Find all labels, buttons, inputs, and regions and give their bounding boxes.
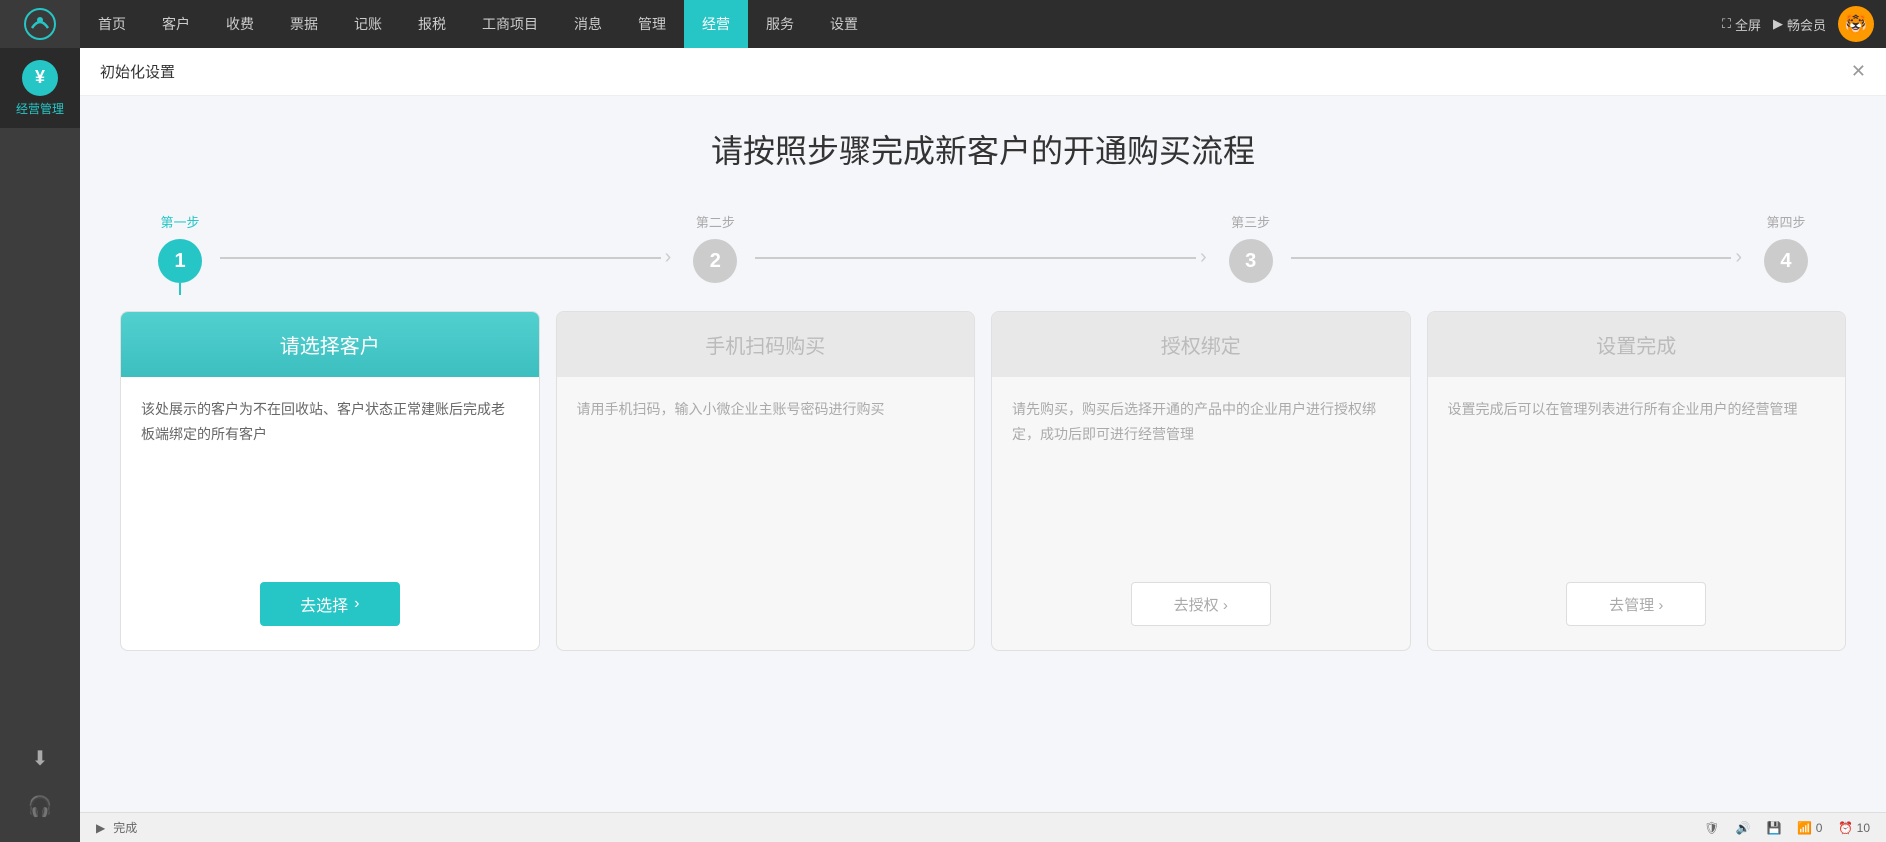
step4-card-header: 设置完成 bbox=[1428, 312, 1846, 377]
fullscreen-icon: ⛶ bbox=[1722, 16, 1731, 32]
step1-down-line bbox=[179, 283, 181, 295]
step2-card-desc: 请用手机扫码，输入小微企业主账号密码进行购买 bbox=[557, 377, 975, 650]
status-bar: ▶ 完成 🛡 🔊 💾 📶 0 ⏰ 10 bbox=[80, 812, 1886, 842]
status-text: 完成 bbox=[113, 819, 137, 836]
nav-customer[interactable]: 客户 bbox=[144, 0, 208, 48]
step4-label: 第四步 bbox=[1766, 212, 1805, 231]
nav-industry[interactable]: 工商项目 bbox=[464, 0, 556, 48]
app-logo[interactable] bbox=[0, 0, 80, 48]
fullscreen-button[interactable]: ⛶ 全屏 bbox=[1722, 15, 1761, 34]
nav-operation[interactable]: 经营 bbox=[684, 0, 748, 48]
sidebar-bottom: ⬇ 🎧 bbox=[0, 738, 80, 842]
page-title: 请按照步骤完成新客户的开通购买流程 bbox=[120, 126, 1846, 172]
step3-label: 第三步 bbox=[1231, 212, 1270, 231]
nav-fee[interactable]: 收费 bbox=[208, 0, 272, 48]
headset-icon[interactable]: 🎧 bbox=[20, 786, 60, 826]
step4-card-btn-area: 去管理 › bbox=[1428, 582, 1846, 650]
status-bar-right: 🛡 🔊 💾 📶 0 ⏰ 10 bbox=[1704, 821, 1870, 835]
nav-right-area: ⛶ 全屏 ▶ 畅会员 🐯 bbox=[1722, 6, 1886, 42]
go-authorize-button[interactable]: 去授权 › bbox=[1131, 582, 1271, 626]
fullscreen-label: 全屏 bbox=[1735, 15, 1761, 34]
step2-card-title: 手机扫码购买 bbox=[705, 336, 825, 358]
step2-card: 手机扫码购买 请用手机扫码，输入小微企业主账号密码进行购买 bbox=[556, 311, 976, 651]
nav-settings[interactable]: 设置 bbox=[812, 0, 876, 48]
content-title: 初始化设置 bbox=[100, 61, 175, 82]
sidebar-item-label: 经营管理 bbox=[16, 100, 64, 117]
step3-card-desc: 请先购买，购买后选择开通的产品中的企业用户进行授权绑定，成功后即可进行经营管理 bbox=[992, 377, 1410, 582]
download-icon[interactable]: ⬇ bbox=[20, 738, 60, 778]
sidebar-item-operation[interactable]: ¥ 经营管理 bbox=[0, 48, 80, 128]
step4-card-title: 设置完成 bbox=[1596, 336, 1676, 358]
nav-items: 首页 客户 收费 票据 记账 报税 工商项目 消息 管理 经营 服务 设置 bbox=[80, 0, 1722, 48]
step1-card-title: 请选择客户 bbox=[280, 336, 380, 358]
member-button[interactable]: ▶ 畅会员 bbox=[1773, 15, 1826, 34]
step4-circle: 4 bbox=[1764, 239, 1808, 283]
step1-circle: 1 bbox=[158, 239, 202, 283]
top-navigation: 首页 客户 收费 票据 记账 报税 工商项目 消息 管理 经营 服务 设置 ⛶ … bbox=[0, 0, 1886, 48]
step2-circle: 2 bbox=[693, 239, 737, 283]
step3-card-header: 授权绑定 bbox=[992, 312, 1410, 377]
content-area: 初始化设置 ✕ 请按照步骤完成新客户的开通购买流程 第一步 1 › bbox=[80, 48, 1886, 842]
operation-icon: ¥ bbox=[22, 60, 58, 96]
go-manage-button[interactable]: 去管理 › bbox=[1566, 582, 1706, 626]
shield-icon: 🛡 bbox=[1704, 821, 1719, 835]
content-header: 初始化设置 ✕ bbox=[80, 48, 1886, 96]
step3-card-btn-area: 去授权 › bbox=[992, 582, 1410, 650]
nav-tax[interactable]: 报税 bbox=[400, 0, 464, 48]
nav-ticket[interactable]: 票据 bbox=[272, 0, 336, 48]
step4-card-desc: 设置完成后可以在管理列表进行所有企业用户的经营管理 bbox=[1428, 377, 1846, 582]
step1-label: 第一步 bbox=[160, 212, 199, 231]
member-label: 畅会员 bbox=[1787, 15, 1826, 34]
arrow-right-icon: › bbox=[354, 595, 359, 613]
step1-card-desc: 该处展示的客户为不在回收站、客户状态正常建账后完成老板端绑定的所有客户 bbox=[121, 377, 539, 582]
step4-card: 设置完成 设置完成后可以在管理列表进行所有企业用户的经营管理 去管理 › bbox=[1427, 311, 1847, 651]
sidebar: ¥ 经营管理 ⬇ 🎧 bbox=[0, 48, 80, 842]
step1-card: 请选择客户 该处展示的客户为不在回收站、客户状态正常建账后完成老板端绑定的所有客… bbox=[120, 311, 540, 651]
user-avatar[interactable]: 🐯 bbox=[1838, 6, 1874, 42]
nav-management[interactable]: 管理 bbox=[620, 0, 684, 48]
cards-container: 请选择客户 该处展示的客户为不在回收站、客户状态正常建账后完成老板端绑定的所有客… bbox=[120, 311, 1846, 651]
step1-card-btn-area: 去选择 › bbox=[121, 582, 539, 650]
play-status-icon: ▶ bbox=[96, 821, 105, 835]
nav-service[interactable]: 服务 bbox=[748, 0, 812, 48]
nav-home[interactable]: 首页 bbox=[80, 0, 144, 48]
main-layout: ¥ 经营管理 ⬇ 🎧 初始化设置 ✕ 请按照步骤完成新客户的开通购买流程 第一步… bbox=[0, 48, 1886, 842]
step3-circle: 3 bbox=[1229, 239, 1273, 283]
step3-card-title: 授权绑定 bbox=[1161, 336, 1241, 358]
step2-label: 第二步 bbox=[696, 212, 735, 231]
step1-card-header: 请选择客户 bbox=[121, 312, 539, 377]
nav-message[interactable]: 消息 bbox=[556, 0, 620, 48]
time-icon: ⏰ 10 bbox=[1838, 821, 1870, 835]
main-content: 请按照步骤完成新客户的开通购买流程 第一步 1 › 第二步 2 bbox=[80, 96, 1886, 812]
save-icon: 💾 bbox=[1766, 821, 1781, 835]
nav-bookkeeping[interactable]: 记账 bbox=[336, 0, 400, 48]
close-button[interactable]: ✕ bbox=[1851, 61, 1866, 82]
go-select-button[interactable]: 去选择 › bbox=[260, 582, 400, 626]
network-status: 📶 0 bbox=[1797, 821, 1822, 835]
play-icon: ▶ bbox=[1773, 16, 1783, 32]
step2-card-header: 手机扫码购买 bbox=[557, 312, 975, 377]
step3-card: 授权绑定 请先购买，购买后选择开通的产品中的企业用户进行授权绑定，成功后即可进行… bbox=[991, 311, 1411, 651]
volume-icon: 🔊 bbox=[1736, 821, 1751, 835]
